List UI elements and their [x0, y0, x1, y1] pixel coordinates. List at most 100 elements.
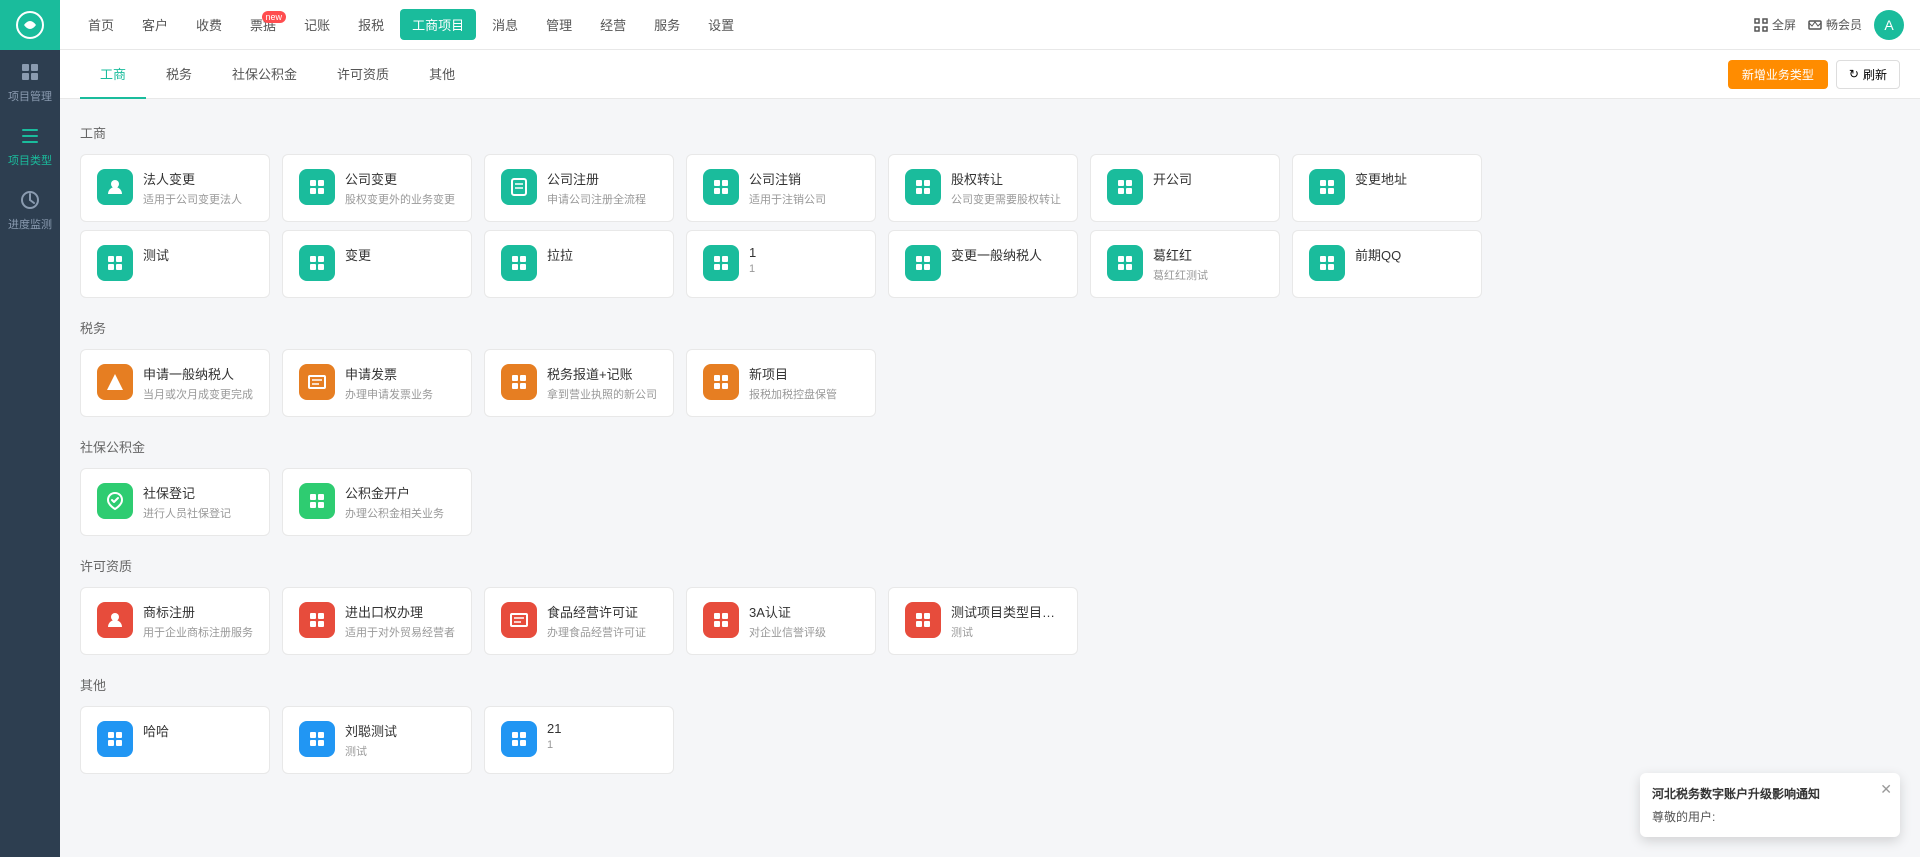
card-icon	[299, 364, 335, 400]
card-拉拉[interactable]: 拉拉	[484, 230, 674, 298]
card-desc: 适用于公司变更法人	[143, 191, 253, 207]
sidebar-item-project-type[interactable]: 项目类型	[0, 114, 60, 178]
sidebar: 项目管理 项目类型 进度监测	[0, 0, 60, 857]
card-desc: 申请公司注册全流程	[547, 191, 657, 207]
tab-bar: 工商 税务 社保公积金 许可资质 其他 新增业务类型 ↻ 刷新	[60, 50, 1920, 99]
card-刘聪测试[interactable]: 刘聪测试 测试	[282, 706, 472, 774]
card-icon	[703, 602, 739, 638]
card-变更地址[interactable]: 变更地址	[1292, 154, 1482, 222]
card-法人变更[interactable]: 法人变更 适用于公司变更法人	[80, 154, 270, 222]
tab-biz[interactable]: 工商	[80, 50, 146, 99]
card-新项目[interactable]: 新项目 报税加税控盘保管	[686, 349, 876, 417]
card-icon	[1309, 245, 1345, 281]
card-title: 变更	[345, 245, 455, 264]
card-1[interactable]: 1 1	[686, 230, 876, 298]
card-进出口权[interactable]: 进出口权办理 适用于对外贸易经营者	[282, 587, 472, 655]
vip-btn[interactable]: 畅会员	[1808, 16, 1862, 33]
card-icon	[299, 483, 335, 519]
card-前期QQ[interactable]: 前期QQ	[1292, 230, 1482, 298]
card-title: 葛红红	[1153, 245, 1263, 264]
card-desc: 当月或次月成变更完成	[143, 386, 253, 402]
cards-grid-tax: 申请一般纳税人 当月或次月成变更完成 申请发票 办理申请发票业务	[80, 349, 1900, 417]
card-desc: 进行人员社保登记	[143, 505, 253, 521]
add-type-button[interactable]: 新增业务类型	[1728, 60, 1828, 89]
sidebar-item-progress[interactable]: 进度监测	[0, 178, 60, 242]
card-icon	[97, 602, 133, 638]
notification-close-btn[interactable]: ✕	[1880, 781, 1892, 798]
card-变更一般纳税人[interactable]: 变更一般纳税人	[888, 230, 1078, 298]
nav-message[interactable]: 消息	[480, 9, 530, 40]
card-icon	[703, 245, 739, 281]
card-title: 股权转让	[951, 169, 1061, 188]
card-税务报道[interactable]: 税务报道+记账 拿到营业执照的新公司	[484, 349, 674, 417]
card-icon	[1107, 245, 1143, 281]
card-desc: 1	[547, 739, 657, 751]
card-desc: 报税加税控盘保管	[749, 386, 859, 402]
card-公司注销[interactable]: 公司注销 适用于注销公司	[686, 154, 876, 222]
card-测试项目类型[interactable]: 测试项目类型目定义 测试	[888, 587, 1078, 655]
card-股权转让[interactable]: 股权转让 公司变更需要股权转让	[888, 154, 1078, 222]
section-title-other: 其他	[80, 675, 1900, 694]
card-社保登记[interactable]: 社保登记 进行人员社保登记	[80, 468, 270, 536]
card-title: 税务报道+记账	[547, 364, 657, 383]
card-icon	[97, 483, 133, 519]
nav-settings[interactable]: 设置	[696, 9, 746, 40]
tab-license[interactable]: 许可资质	[317, 50, 409, 99]
project-type-icon	[18, 124, 42, 148]
avatar[interactable]: A	[1874, 10, 1904, 40]
invoice-badge: new	[262, 11, 287, 23]
cards-grid-other: 哈哈 刘聪测试 测试	[80, 706, 1900, 774]
sidebar-item-project-mgmt[interactable]: 项目管理	[0, 50, 60, 114]
card-公司变更[interactable]: 公司变更 股权变更外的业务变更	[282, 154, 472, 222]
nav-accounting[interactable]: 记账	[292, 9, 342, 40]
nav-tax[interactable]: 报税	[346, 9, 396, 40]
sidebar-item-label: 项目类型	[8, 152, 52, 168]
nav-manage[interactable]: 管理	[534, 9, 584, 40]
card-食品经营许可证[interactable]: 食品经营许可证 办理食品经营许可证	[484, 587, 674, 655]
fullscreen-label: 全屏	[1772, 16, 1796, 33]
sidebar-item-label: 进度监测	[8, 216, 52, 232]
vip-icon	[1808, 18, 1822, 32]
card-title: 拉拉	[547, 245, 657, 264]
card-desc: 测试	[345, 743, 455, 759]
main-wrapper: 首页 客户 收费 票据 new 记账 报税 工商项目 消息 管理 经营 服务 设…	[60, 0, 1920, 857]
card-开公司[interactable]: 开公司	[1090, 154, 1280, 222]
fullscreen-btn[interactable]: 全屏	[1754, 16, 1796, 33]
notification-desc: 尊敬的用户:	[1652, 808, 1888, 825]
card-测试[interactable]: 测试	[80, 230, 270, 298]
tab-tax[interactable]: 税务	[146, 50, 212, 99]
card-申请一般纳税人[interactable]: 申请一般纳税人 当月或次月成变更完成	[80, 349, 270, 417]
card-title: 哈哈	[143, 721, 253, 740]
card-公积金开户[interactable]: 公积金开户 办理公积金相关业务	[282, 468, 472, 536]
card-icon	[97, 364, 133, 400]
card-葛红红[interactable]: 葛红红 葛红红测试	[1090, 230, 1280, 298]
nav-invoice[interactable]: 票据 new	[238, 9, 288, 40]
nav-service[interactable]: 服务	[642, 9, 692, 40]
card-icon	[501, 721, 537, 757]
card-icon	[299, 169, 335, 205]
card-21[interactable]: 21 1	[484, 706, 674, 774]
card-3A认证[interactable]: 3A认证 对企业信誉评级	[686, 587, 876, 655]
card-title: 3A认证	[749, 602, 859, 621]
nav-operation[interactable]: 经营	[588, 9, 638, 40]
card-变更[interactable]: 变更	[282, 230, 472, 298]
card-申请发票[interactable]: 申请发票 办理申请发票业务	[282, 349, 472, 417]
refresh-button[interactable]: ↻ 刷新	[1836, 60, 1900, 89]
card-公司注册[interactable]: 公司注册 申请公司注册全流程	[484, 154, 674, 222]
card-icon	[1309, 169, 1345, 205]
nav-billing[interactable]: 收费	[184, 9, 234, 40]
card-title: 新项目	[749, 364, 859, 383]
card-desc: 葛红红测试	[1153, 267, 1263, 283]
card-icon	[97, 721, 133, 757]
nav-home[interactable]: 首页	[76, 9, 126, 40]
section-title-social: 社保公积金	[80, 437, 1900, 456]
card-title: 社保登记	[143, 483, 253, 502]
tab-other[interactable]: 其他	[409, 50, 475, 99]
nav-client[interactable]: 客户	[130, 9, 180, 40]
nav-bizproject[interactable]: 工商项目	[400, 9, 476, 40]
card-哈哈[interactable]: 哈哈	[80, 706, 270, 774]
project-mgmt-icon	[18, 60, 42, 84]
card-title: 公司变更	[345, 169, 455, 188]
card-商标注册[interactable]: 商标注册 用于企业商标注册服务	[80, 587, 270, 655]
tab-social[interactable]: 社保公积金	[212, 50, 317, 99]
